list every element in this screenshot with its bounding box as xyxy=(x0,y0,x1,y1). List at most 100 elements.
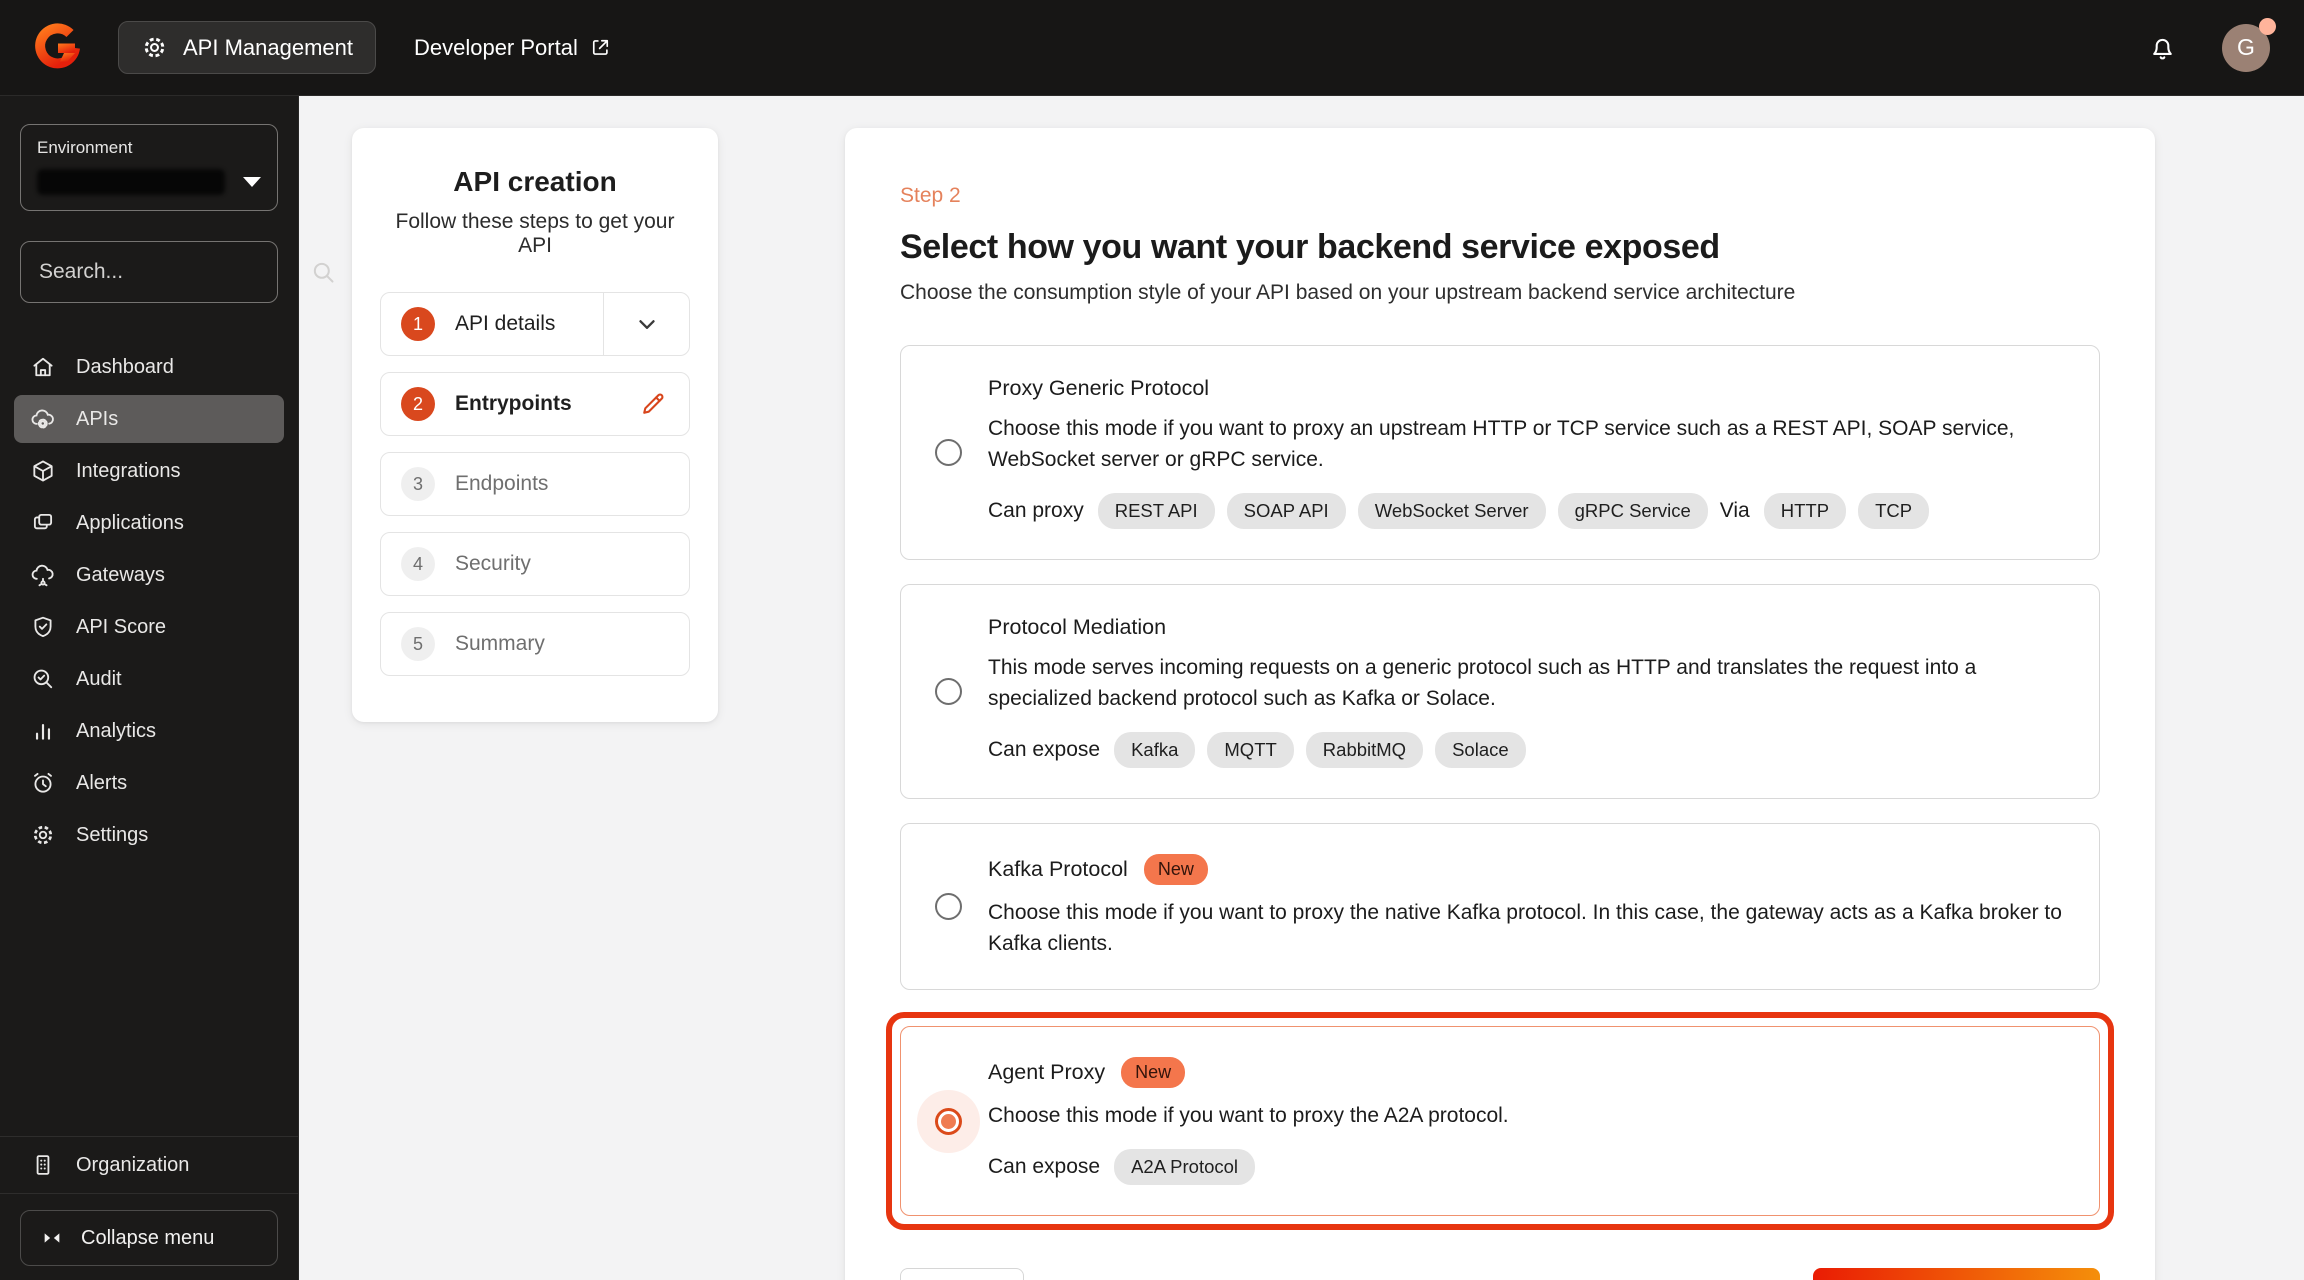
api-management-button[interactable]: API Management xyxy=(118,21,376,74)
sidebar-item-settings[interactable]: Settings xyxy=(14,811,284,859)
step-label: Security xyxy=(455,552,531,575)
sidebar-item-api-score[interactable]: API Score xyxy=(14,603,284,651)
architecture-options: Proxy Generic Protocol Choose this mode … xyxy=(886,345,2114,1230)
sidebar-item-label: Dashboard xyxy=(76,355,174,378)
step-label: Summary xyxy=(455,632,545,655)
main-content: API creation Follow these steps to get y… xyxy=(299,96,2304,1280)
collapse-menu-label: Collapse menu xyxy=(81,1226,215,1249)
avatar-status-badge xyxy=(2259,17,2276,35)
protocol-pill: REST API xyxy=(1097,493,1215,529)
protocol-pill: Solace xyxy=(1435,732,1526,768)
step-security[interactable]: 4 Security xyxy=(380,532,690,596)
option-title: Kafka Protocol xyxy=(988,857,1128,881)
sidebar-item-organization[interactable]: Organization xyxy=(14,1141,284,1189)
sidebar-item-gateways[interactable]: Gateways xyxy=(14,551,284,599)
sidebar-item-dashboard[interactable]: Dashboard xyxy=(14,343,284,391)
environment-label: Environment xyxy=(37,138,133,157)
environment-value-redacted xyxy=(37,169,225,195)
sidebar-item-label: Audit xyxy=(76,667,122,690)
divider xyxy=(0,1193,298,1194)
sidebar-item-label: Settings xyxy=(76,823,149,846)
step-entrypoints[interactable]: 2 Entrypoints xyxy=(380,372,690,436)
option-description: Choose this mode if you want to proxy th… xyxy=(988,1104,1509,1127)
sidebar-item-label: Alerts xyxy=(76,771,128,794)
step-endpoints[interactable]: 3 Endpoints xyxy=(380,452,690,516)
option-title: Protocol Mediation xyxy=(988,615,1167,639)
option-description: Choose this mode if you want to proxy an… xyxy=(988,417,2015,471)
protocol-pill: A2A Protocol xyxy=(1114,1149,1256,1185)
protocol-pill: RabbitMQ xyxy=(1305,732,1424,768)
protocol-pill: TCP xyxy=(1858,493,1930,529)
sidebar-search[interactable] xyxy=(20,241,334,303)
option-proxy-generic-protocol[interactable]: Proxy Generic Protocol Choose this mode … xyxy=(900,345,2100,560)
home-icon xyxy=(33,357,53,377)
external-link-icon xyxy=(592,39,608,55)
step-label: Endpoints xyxy=(455,472,549,495)
step-api-details[interactable]: 1 API details xyxy=(380,292,690,356)
previous-button[interactable]: Previous xyxy=(900,1268,1024,1280)
step-number: 4 xyxy=(401,547,435,581)
api-management-label: API Management xyxy=(183,34,353,60)
collapse-icon xyxy=(44,1233,60,1243)
search-input[interactable] xyxy=(39,260,310,284)
shield-check-icon xyxy=(34,616,52,638)
developer-portal-link[interactable]: Developer Portal xyxy=(414,35,611,61)
protocol-pill: WebSocket Server xyxy=(1357,493,1546,529)
sidebar-nav: Dashboard APIs Integrations Applications xyxy=(0,339,298,863)
sidebar-item-label: Integrations xyxy=(76,459,181,482)
cloud-gear-icon xyxy=(31,409,54,429)
step-number: 5 xyxy=(401,627,435,661)
sidebar-item-label: Organization xyxy=(76,1153,190,1176)
option-kafka-protocol[interactable]: Kafka Protocol New Choose this mode if y… xyxy=(900,823,2100,990)
edit-step-button[interactable] xyxy=(639,390,689,418)
option-protocol-mediation[interactable]: Protocol Mediation This mode serves inco… xyxy=(900,584,2100,799)
environment-select[interactable]: Environment xyxy=(20,124,278,211)
sidebar-item-apis[interactable]: APIs xyxy=(14,395,284,443)
api-creation-stepper: API creation Follow these steps to get y… xyxy=(352,128,718,722)
radio-unchecked[interactable] xyxy=(935,678,962,705)
sidebar-footer: Organization Collapse menu xyxy=(0,1136,298,1280)
sidebar-item-integrations[interactable]: Integrations xyxy=(14,447,284,495)
page-subtitle: Choose the consumption style of your API… xyxy=(900,281,1796,304)
step-number: 3 xyxy=(401,467,435,501)
highlighted-option-wrapper: Agent Proxy New Choose this mode if you … xyxy=(886,1012,2114,1230)
divider xyxy=(0,1136,298,1137)
protocol-pill: HTTP xyxy=(1763,493,1847,529)
option-agent-proxy[interactable]: Agent Proxy New Choose this mode if you … xyxy=(900,1026,2100,1216)
wizard-actions: Previous Select my API architecture xyxy=(900,1268,2100,1280)
gravitee-logo-icon[interactable] xyxy=(34,22,82,72)
radio-checked[interactable] xyxy=(935,1107,962,1135)
notifications-bell-icon[interactable] xyxy=(2147,32,2178,63)
protocol-pill: SOAP API xyxy=(1226,493,1346,529)
collapse-menu-button[interactable]: Collapse menu xyxy=(20,1210,278,1266)
radio-unchecked[interactable] xyxy=(935,439,962,466)
step-summary[interactable]: 5 Summary xyxy=(380,612,690,676)
sidebar-item-alerts[interactable]: Alerts xyxy=(14,759,284,807)
sidebar-item-audit[interactable]: Audit xyxy=(14,655,284,703)
stepper-title: API creation xyxy=(453,166,617,197)
expand-step-button[interactable] xyxy=(603,293,689,355)
step-label: Entrypoints xyxy=(455,392,572,415)
option-title: Proxy Generic Protocol xyxy=(988,376,1210,400)
sidebar-item-applications[interactable]: Applications xyxy=(14,499,284,547)
sidebar-item-label: Gateways xyxy=(76,563,165,586)
new-badge: New xyxy=(1121,1057,1186,1088)
windows-stack-icon xyxy=(33,513,53,530)
step-number: 1 xyxy=(401,307,435,341)
chip-group-label: Can expose xyxy=(988,1155,1101,1178)
step-tag: Step 2 xyxy=(900,184,961,207)
sidebar-item-analytics[interactable]: Analytics xyxy=(14,707,284,755)
sidebar-item-label: API Score xyxy=(76,615,167,638)
pencil-icon xyxy=(643,393,664,414)
chip-group-label: Via xyxy=(1719,499,1750,522)
caret-down-icon xyxy=(243,177,261,187)
building-icon xyxy=(36,1155,50,1175)
avatar[interactable]: G xyxy=(2222,17,2276,72)
radio-unchecked[interactable] xyxy=(935,893,962,920)
protocol-pill: MQTT xyxy=(1207,732,1294,768)
cloud-network-icon xyxy=(31,564,54,587)
select-architecture-button[interactable]: Select my API architecture xyxy=(1813,1268,2100,1280)
step-number: 2 xyxy=(401,387,435,421)
avatar-initial: G xyxy=(2237,34,2255,60)
developer-portal-label: Developer Portal xyxy=(413,34,578,60)
